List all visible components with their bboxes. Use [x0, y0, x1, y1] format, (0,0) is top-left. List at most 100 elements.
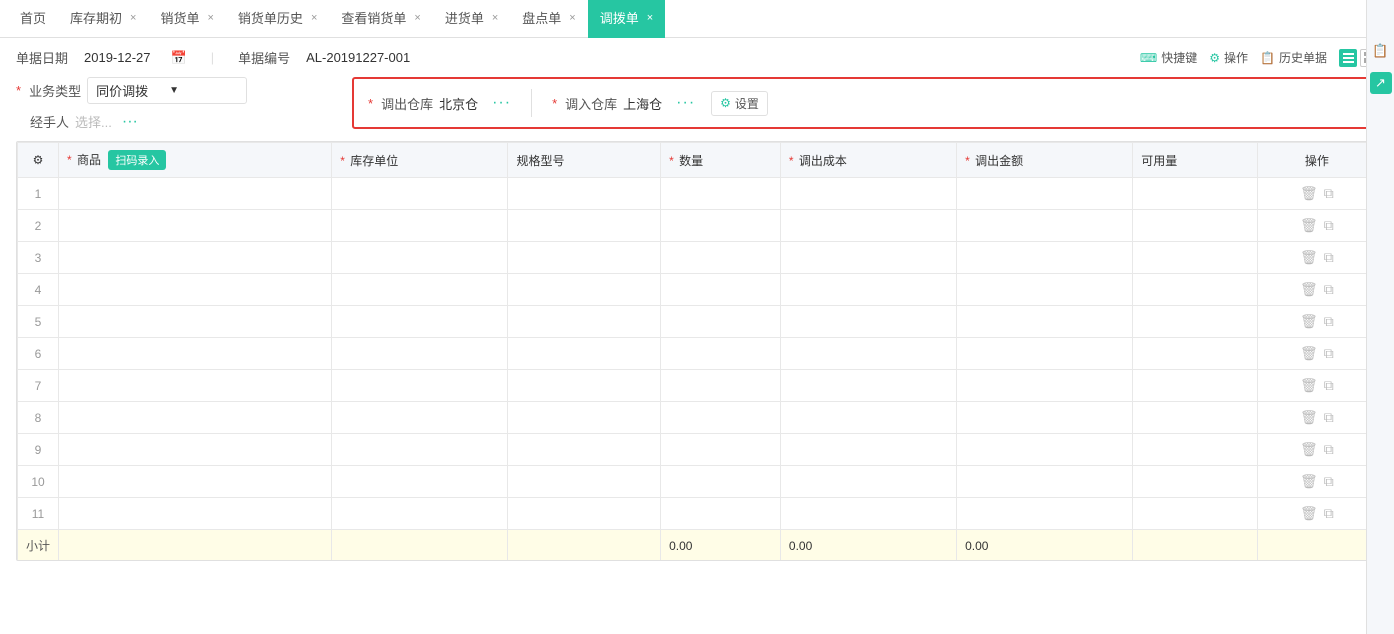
tab-transfer[interactable]: 调拨单 ×: [588, 0, 665, 38]
tab-sales-order[interactable]: 销货单 ×: [148, 0, 225, 38]
delete-icon-8[interactable]: 🗑: [1300, 409, 1318, 426]
scan-button[interactable]: 扫码录入: [108, 150, 166, 170]
business-type-select[interactable]: 同价调拨 ▼: [87, 77, 247, 104]
copy-icon-5[interactable]: ⧉: [1324, 313, 1334, 330]
row-qty-2[interactable]: [661, 210, 781, 242]
row-amount-1[interactable]: [957, 178, 1133, 210]
row-spec-6[interactable]: [508, 338, 661, 370]
row-product-6[interactable]: [59, 338, 332, 370]
person-dots-icon[interactable]: ···: [122, 113, 138, 131]
row-qty-4[interactable]: [661, 274, 781, 306]
row-unit-11[interactable]: [332, 498, 508, 530]
delete-icon-7[interactable]: 🗑: [1300, 377, 1318, 394]
row-spec-8[interactable]: [508, 402, 661, 434]
row-qty-10[interactable]: [661, 466, 781, 498]
row-amount-2[interactable]: [957, 210, 1133, 242]
row-unit-3[interactable]: [332, 242, 508, 274]
row-qty-1[interactable]: [661, 178, 781, 210]
copy-icon-8[interactable]: ⧉: [1324, 409, 1334, 426]
row-amount-3[interactable]: [957, 242, 1133, 274]
row-qty-8[interactable]: [661, 402, 781, 434]
table-gear-icon[interactable]: ⚙: [33, 153, 44, 167]
delete-icon-5[interactable]: 🗑: [1300, 313, 1318, 330]
row-unit-8[interactable]: [332, 402, 508, 434]
row-unit-2[interactable]: [332, 210, 508, 242]
row-unit-1[interactable]: [332, 178, 508, 210]
row-qty-7[interactable]: [661, 370, 781, 402]
row-product-10[interactable]: [59, 466, 332, 498]
row-product-1[interactable]: [59, 178, 332, 210]
copy-icon-11[interactable]: ⧉: [1324, 505, 1334, 522]
copy-icon-3[interactable]: ⧉: [1324, 249, 1334, 266]
row-product-9[interactable]: [59, 434, 332, 466]
row-unit-9[interactable]: [332, 434, 508, 466]
copy-icon-2[interactable]: ⧉: [1324, 217, 1334, 234]
row-cost-6[interactable]: [780, 338, 956, 370]
row-cost-3[interactable]: [780, 242, 956, 274]
tab-purchase-order[interactable]: 进货单 ×: [433, 0, 510, 38]
row-product-7[interactable]: [59, 370, 332, 402]
operations-button[interactable]: ⚙ 操作: [1209, 49, 1248, 66]
tab-purchase-order-close[interactable]: ×: [492, 12, 498, 24]
tab-view-sales[interactable]: 查看销货单 ×: [329, 0, 432, 38]
row-unit-10[interactable]: [332, 466, 508, 498]
person-select[interactable]: 选择...: [75, 112, 112, 131]
tab-inventory-init-close[interactable]: ×: [130, 12, 136, 24]
row-spec-7[interactable]: [508, 370, 661, 402]
row-cost-7[interactable]: [780, 370, 956, 402]
row-spec-11[interactable]: [508, 498, 661, 530]
row-cost-5[interactable]: [780, 306, 956, 338]
row-cost-10[interactable]: [780, 466, 956, 498]
delete-icon-10[interactable]: 🗑: [1300, 473, 1318, 490]
row-qty-6[interactable]: [661, 338, 781, 370]
settings-button[interactable]: ⚙ 设置: [711, 91, 768, 116]
copy-icon-10[interactable]: ⧉: [1324, 473, 1334, 490]
delete-icon-6[interactable]: 🗑: [1300, 345, 1318, 362]
row-available-3[interactable]: [1133, 242, 1257, 274]
row-amount-8[interactable]: [957, 402, 1133, 434]
sidebar-list-icon[interactable]: 📋: [1370, 40, 1392, 62]
row-qty-3[interactable]: [661, 242, 781, 274]
calendar-icon[interactable]: 📅: [171, 50, 187, 66]
row-cost-2[interactable]: [780, 210, 956, 242]
tab-stocktake-close[interactable]: ×: [569, 12, 575, 24]
row-available-2[interactable]: [1133, 210, 1257, 242]
delete-icon-3[interactable]: 🗑: [1300, 249, 1318, 266]
row-cost-4[interactable]: [780, 274, 956, 306]
row-available-11[interactable]: [1133, 498, 1257, 530]
copy-icon-7[interactable]: ⧉: [1324, 377, 1334, 394]
row-spec-3[interactable]: [508, 242, 661, 274]
tab-sales-history[interactable]: 销货单历史 ×: [226, 0, 329, 38]
delete-icon-2[interactable]: 🗑: [1300, 217, 1318, 234]
list-view-icon[interactable]: [1339, 49, 1357, 67]
th-settings[interactable]: ⚙: [18, 143, 59, 178]
row-amount-4[interactable]: [957, 274, 1133, 306]
copy-icon-9[interactable]: ⧉: [1324, 441, 1334, 458]
copy-icon-6[interactable]: ⧉: [1324, 345, 1334, 362]
row-spec-5[interactable]: [508, 306, 661, 338]
row-available-5[interactable]: [1133, 306, 1257, 338]
row-spec-9[interactable]: [508, 434, 661, 466]
row-cost-11[interactable]: [780, 498, 956, 530]
row-amount-10[interactable]: [957, 466, 1133, 498]
delete-icon-9[interactable]: 🗑: [1300, 441, 1318, 458]
delete-icon-1[interactable]: 🗑: [1300, 185, 1318, 202]
row-unit-4[interactable]: [332, 274, 508, 306]
delete-icon-11[interactable]: 🗑: [1300, 505, 1318, 522]
row-product-8[interactable]: [59, 402, 332, 434]
row-cost-9[interactable]: [780, 434, 956, 466]
history-button[interactable]: 📋 历史单据: [1260, 49, 1327, 66]
row-amount-9[interactable]: [957, 434, 1133, 466]
shortcuts-button[interactable]: ⌨ 快捷键: [1140, 49, 1197, 66]
tab-view-sales-close[interactable]: ×: [414, 12, 420, 24]
tab-sales-history-close[interactable]: ×: [311, 12, 317, 24]
row-unit-6[interactable]: [332, 338, 508, 370]
row-unit-7[interactable]: [332, 370, 508, 402]
row-spec-1[interactable]: [508, 178, 661, 210]
row-product-4[interactable]: [59, 274, 332, 306]
row-spec-2[interactable]: [508, 210, 661, 242]
row-product-5[interactable]: [59, 306, 332, 338]
row-available-6[interactable]: [1133, 338, 1257, 370]
row-available-4[interactable]: [1133, 274, 1257, 306]
tab-transfer-close[interactable]: ×: [647, 12, 653, 24]
